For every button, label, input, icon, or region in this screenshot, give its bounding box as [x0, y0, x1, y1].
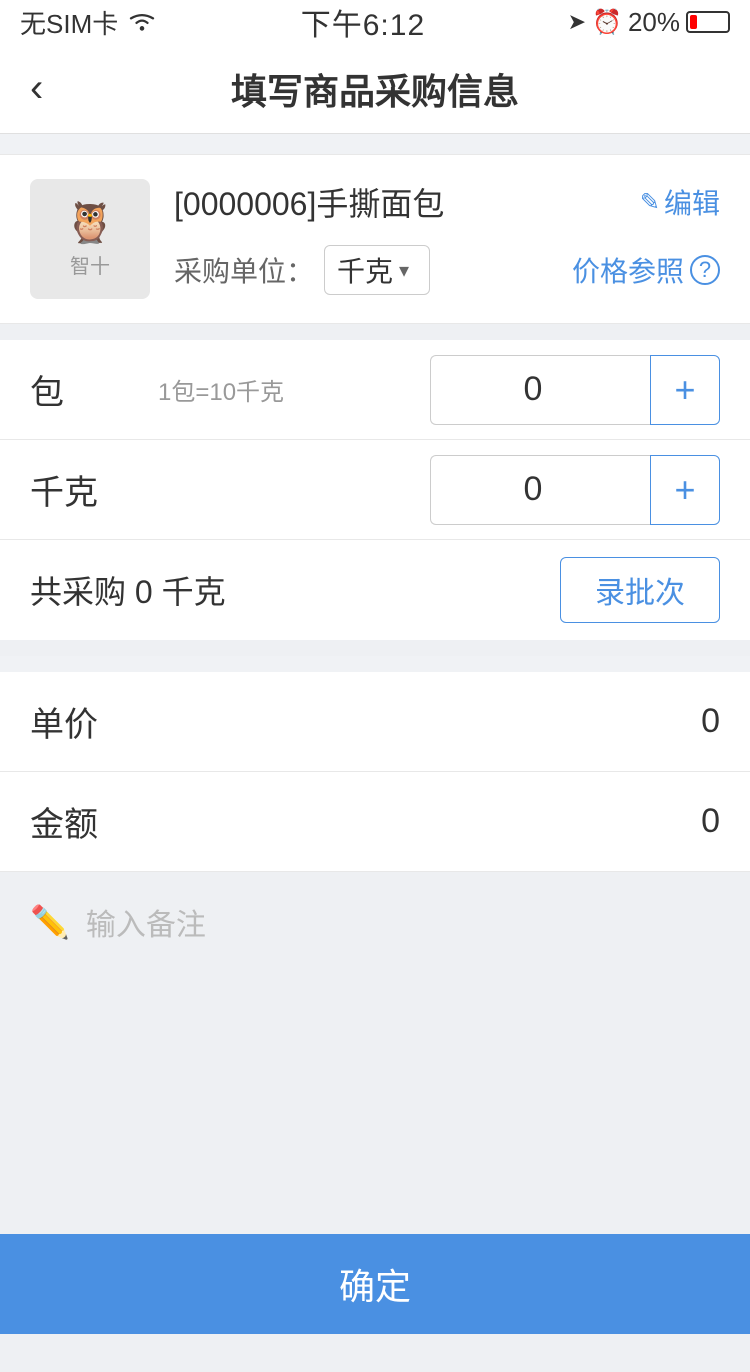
kg-label: 千克 [30, 465, 150, 514]
status-time: 下午6:12 [301, 0, 425, 44]
amount-row: 金额 0 [0, 772, 750, 872]
back-button[interactable]: ‹ [30, 56, 53, 121]
edit-label: 编辑 [664, 182, 720, 222]
batch-button[interactable]: 录批次 [560, 557, 720, 623]
pencil-icon: ✏️ [30, 903, 70, 941]
bao-number-input[interactable] [430, 355, 650, 425]
purchase-unit-label: 采购单位： [174, 250, 314, 290]
product-info: [0000006]手撕面包 ✎ 编辑 采购单位： 千克 ▾ 价格参照 ? [174, 179, 720, 295]
location-icon: ➤ [568, 9, 586, 35]
summary-row: 共采购 0 千克 录批次 [0, 540, 750, 640]
product-info-row1: [0000006]手撕面包 ✎ 编辑 [174, 179, 720, 225]
product-edit-button[interactable]: ✎ 编辑 [640, 182, 720, 222]
kg-number-input[interactable] [430, 455, 650, 525]
bao-sublabel: 1包=10千克 [158, 372, 284, 407]
confirm-button[interactable]: 确定 [0, 1234, 750, 1334]
battery-icon [686, 11, 730, 33]
purchase-unit-area: 采购单位： 千克 ▾ [174, 245, 430, 295]
unit-price-label: 单价 [30, 697, 98, 746]
bao-input-section: 包 1包=10千克 + [0, 340, 750, 440]
amount-label: 金额 [30, 797, 98, 846]
note-placeholder: 输入备注 [86, 900, 206, 944]
product-name: [0000006]手撕面包 [174, 179, 444, 225]
product-card: 🦉 智十 [0000006]手撕面包 ✎ 编辑 采购单位： 千克 ▾ 价格参照 … [0, 154, 750, 324]
status-right: ➤ ⏰ 20% [568, 7, 730, 38]
note-section[interactable]: ✏️ 输入备注 [0, 872, 750, 972]
alarm-icon: ⏰ [592, 8, 622, 37]
bao-label: 包 [30, 365, 150, 414]
product-info-row2: 采购单位： 千克 ▾ 价格参照 ? [174, 245, 720, 295]
kg-input-control: + [430, 455, 720, 525]
summary-text: 共采购 0 千克 [30, 567, 226, 613]
product-thumb-owl-icon: 🦉 [65, 199, 115, 246]
confirm-label: 确定 [339, 1258, 411, 1310]
unit-value: 千克 [337, 250, 393, 290]
amount-value: 0 [701, 802, 720, 841]
unit-price-row: 单价 0 [0, 672, 750, 772]
unit-price-value: 0 [701, 702, 720, 741]
battery-percent: 20% [628, 7, 680, 38]
price-ref-label: 价格参照 [572, 250, 684, 290]
price-section: 单价 0 金额 0 [0, 672, 750, 872]
kg-input-section: 千克 + [0, 440, 750, 540]
price-ref-button[interactable]: 价格参照 ? [572, 250, 720, 290]
page-title: 填写商品采购信息 [231, 63, 519, 115]
status-left: 无SIM卡 [20, 4, 158, 41]
status-bar: 无SIM卡 下午6:12 ➤ ⏰ 20% [0, 0, 750, 44]
product-thumb-label: 智十 [70, 250, 110, 279]
bao-plus-button[interactable]: + [650, 355, 720, 425]
batch-label: 录批次 [595, 568, 685, 612]
edit-icon: ✎ [640, 188, 660, 217]
bao-input-control: + [430, 355, 720, 425]
wifi-icon [126, 11, 158, 33]
product-thumbnail: 🦉 智十 [30, 179, 150, 299]
kg-plus-button[interactable]: + [650, 455, 720, 525]
kg-input-row: 千克 + [0, 440, 750, 540]
unit-dropdown-icon: ▾ [399, 258, 409, 283]
carrier-label: 无SIM卡 [20, 4, 118, 41]
nav-bar: ‹ 填写商品采购信息 [0, 44, 750, 134]
bao-input-row: 包 1包=10千克 + [0, 340, 750, 440]
section-divider-2 [0, 640, 750, 656]
unit-select[interactable]: 千克 ▾ [324, 245, 430, 295]
section-divider-1 [0, 324, 750, 340]
help-icon: ? [690, 255, 720, 285]
